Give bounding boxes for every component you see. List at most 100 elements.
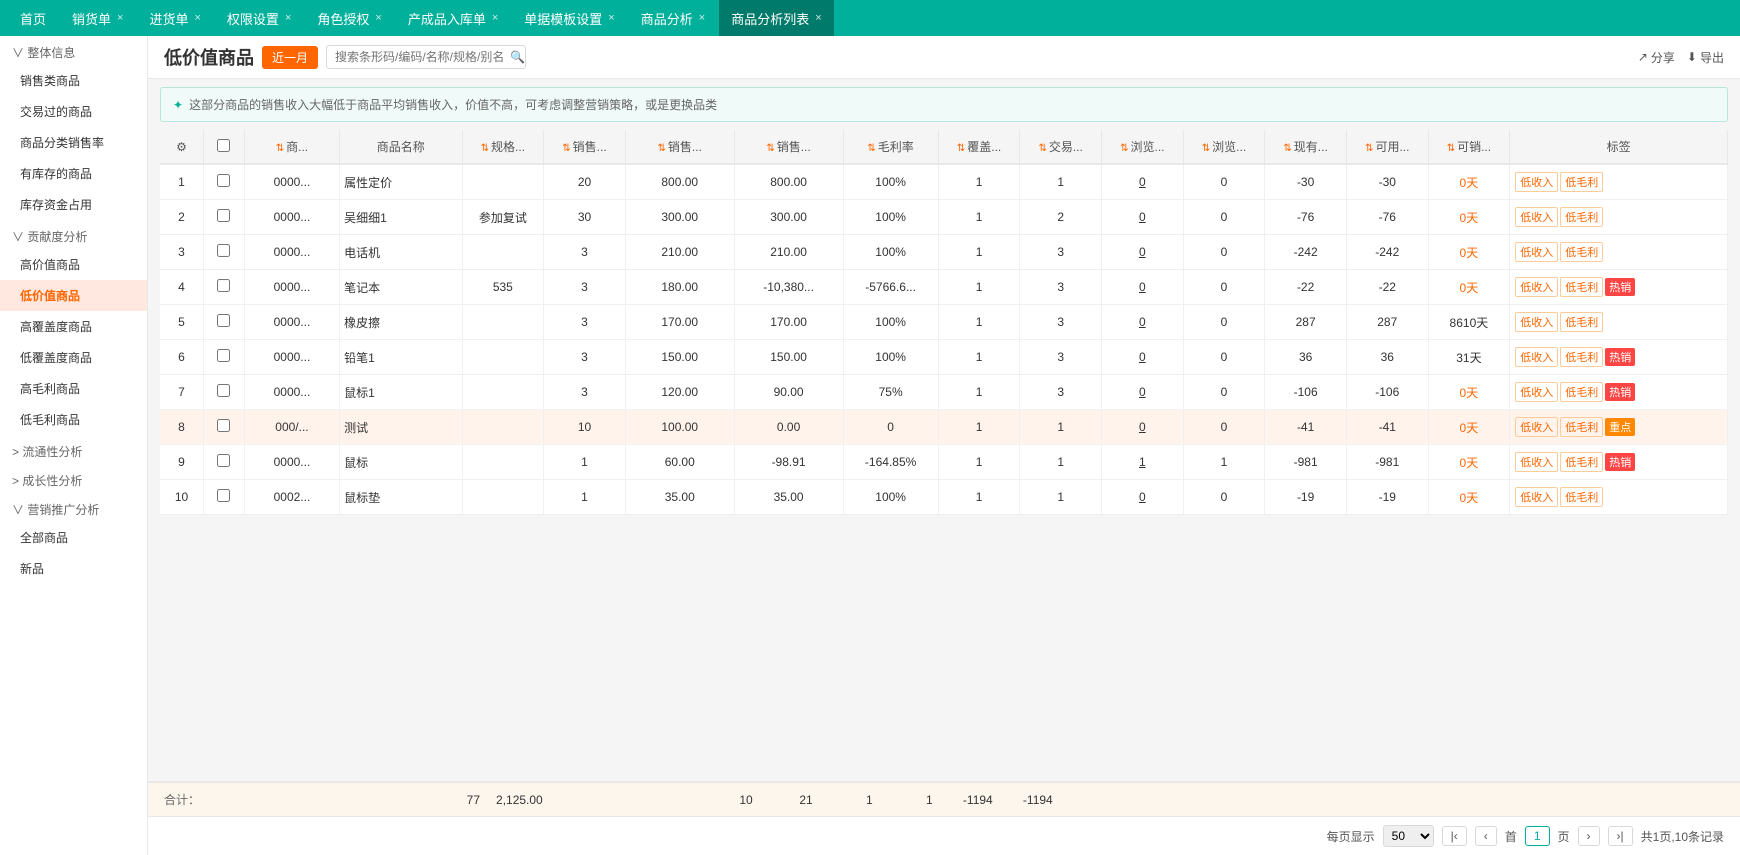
browse1-link[interactable]: 0 bbox=[1139, 490, 1146, 504]
next-page-button[interactable]: › bbox=[1578, 826, 1600, 846]
row-checkbox[interactable] bbox=[217, 174, 230, 187]
nav-purchase[interactable]: 进货单 × bbox=[137, 0, 212, 36]
cell-name[interactable]: 笔记本 bbox=[340, 270, 462, 305]
row-checkbox[interactable] bbox=[217, 419, 230, 432]
prev-page-button[interactable]: ‹ bbox=[1475, 826, 1497, 846]
cell-browse1[interactable]: 0 bbox=[1102, 270, 1184, 305]
sidebar-item-new-products[interactable]: 新品 bbox=[0, 553, 147, 584]
sidebar-item-high-coverage[interactable]: 高覆盖度商品 bbox=[0, 311, 147, 342]
cell-browse1[interactable]: 0 bbox=[1102, 200, 1184, 235]
sidebar-item-all-products[interactable]: 全部商品 bbox=[0, 522, 147, 553]
th-checkbox[interactable] bbox=[204, 130, 245, 164]
cell-checkbox[interactable] bbox=[204, 480, 245, 515]
sidebar-item-category-rate[interactable]: 商品分类销售率 bbox=[0, 127, 147, 158]
browse1-link[interactable]: 0 bbox=[1139, 315, 1146, 329]
nav-role[interactable]: 角色授权 × bbox=[305, 0, 393, 36]
cell-name[interactable]: 属性定价 bbox=[340, 164, 462, 200]
cell-name[interactable]: 鼠标1 bbox=[340, 375, 462, 410]
sidebar-item-traded[interactable]: 交易过的商品 bbox=[0, 96, 147, 127]
close-stock-icon[interactable]: × bbox=[492, 12, 498, 24]
nav-product-analysis-list[interactable]: 商品分析列表 × bbox=[719, 0, 833, 36]
row-checkbox[interactable] bbox=[217, 244, 230, 257]
close-permission-icon[interactable]: × bbox=[285, 12, 291, 24]
row-checkbox[interactable] bbox=[217, 209, 230, 222]
first-page-button[interactable]: |‹ bbox=[1442, 826, 1467, 846]
cell-browse1[interactable]: 0 bbox=[1102, 164, 1184, 200]
row-checkbox[interactable] bbox=[217, 384, 230, 397]
close-role-icon[interactable]: × bbox=[375, 12, 381, 24]
close-template-icon[interactable]: × bbox=[608, 12, 614, 24]
date-filter-button[interactable]: 近一月 bbox=[262, 46, 318, 69]
select-all-checkbox[interactable] bbox=[217, 139, 230, 152]
search-input[interactable] bbox=[326, 45, 526, 69]
settings-icon[interactable]: ⚙ bbox=[176, 140, 187, 154]
close-sales-icon[interactable]: × bbox=[117, 12, 123, 24]
sidebar-group-contribution[interactable]: ∨ 贡献度分析 bbox=[0, 220, 147, 249]
export-button[interactable]: ⬇ 导出 bbox=[1687, 49, 1724, 66]
nav-permission[interactable]: 权限设置 × bbox=[215, 0, 303, 36]
cell-browse1[interactable]: 0 bbox=[1102, 480, 1184, 515]
cell-checkbox[interactable] bbox=[204, 305, 245, 340]
sidebar-item-inventory-capital[interactable]: 库存资金占用 bbox=[0, 189, 147, 220]
share-button[interactable]: ↗ 分享 bbox=[1638, 49, 1675, 66]
sidebar-item-high-value[interactable]: 高价值商品 bbox=[0, 249, 147, 280]
cell-checkbox[interactable] bbox=[204, 375, 245, 410]
cell-browse1[interactable]: 0 bbox=[1102, 305, 1184, 340]
cell-name[interactable]: 铅笔1 bbox=[340, 340, 462, 375]
close-purchase-icon[interactable]: × bbox=[194, 12, 200, 24]
cell-checkbox[interactable] bbox=[204, 410, 245, 445]
cell-checkbox[interactable] bbox=[204, 270, 245, 305]
browse1-link[interactable]: 0 bbox=[1139, 385, 1146, 399]
cell-checkbox[interactable] bbox=[204, 164, 245, 200]
cell-browse1[interactable]: 0 bbox=[1102, 410, 1184, 445]
sidebar-item-in-stock[interactable]: 有库存的商品 bbox=[0, 158, 147, 189]
cell-name[interactable]: 鼠标 bbox=[340, 445, 462, 480]
sidebar-item-low-coverage[interactable]: 低覆盖度商品 bbox=[0, 342, 147, 373]
row-checkbox[interactable] bbox=[217, 349, 230, 362]
sidebar-item-sales-products[interactable]: 销售类商品 bbox=[0, 65, 147, 96]
cell-checkbox[interactable] bbox=[204, 235, 245, 270]
sidebar-item-low-value[interactable]: 低价值商品 bbox=[0, 280, 147, 311]
cell-browse1[interactable]: 0 bbox=[1102, 235, 1184, 270]
sidebar-group-circulation[interactable]: > 流通性分析 bbox=[0, 435, 147, 464]
sidebar-item-high-profit[interactable]: 高毛利商品 bbox=[0, 373, 147, 404]
sidebar-group-growth[interactable]: > 成长性分析 bbox=[0, 464, 147, 493]
nav-template[interactable]: 单据模板设置 × bbox=[512, 0, 626, 36]
per-page-select[interactable]: 50 100 200 bbox=[1383, 825, 1434, 847]
cell-name[interactable]: 吴细细1 bbox=[340, 200, 462, 235]
nav-product-analysis[interactable]: 商品分析 × bbox=[629, 0, 717, 36]
browse1-link[interactable]: 0 bbox=[1139, 420, 1146, 434]
row-checkbox[interactable] bbox=[217, 279, 230, 292]
nav-stock-in[interactable]: 产成品入库单 × bbox=[396, 0, 510, 36]
row-checkbox[interactable] bbox=[217, 314, 230, 327]
cell-browse1[interactable]: 0 bbox=[1102, 340, 1184, 375]
browse1-link[interactable]: 1 bbox=[1139, 455, 1146, 469]
cell-browse1[interactable]: 0 bbox=[1102, 375, 1184, 410]
cell-browse1[interactable]: 1 bbox=[1102, 445, 1184, 480]
row-checkbox[interactable] bbox=[217, 454, 230, 467]
close-analysis-icon[interactable]: × bbox=[699, 12, 705, 24]
browse1-link[interactable]: 0 bbox=[1139, 245, 1146, 259]
browse1-link[interactable]: 0 bbox=[1139, 280, 1146, 294]
sidebar-item-low-profit[interactable]: 低毛利商品 bbox=[0, 404, 147, 435]
sidebar-group-marketing[interactable]: ∨ 营销推广分析 bbox=[0, 493, 147, 522]
cell-name[interactable]: 测试 bbox=[340, 410, 462, 445]
browse1-link[interactable]: 0 bbox=[1139, 210, 1146, 224]
th-settings[interactable]: ⚙ bbox=[160, 130, 204, 164]
search-icon[interactable]: 🔍 bbox=[510, 50, 525, 64]
browse1-link[interactable]: 0 bbox=[1139, 175, 1146, 189]
cell-name[interactable]: 鼠标垫 bbox=[340, 480, 462, 515]
cell-tags: 低收入低毛利 bbox=[1510, 164, 1728, 200]
cell-checkbox[interactable] bbox=[204, 200, 245, 235]
cell-checkbox[interactable] bbox=[204, 340, 245, 375]
nav-sales[interactable]: 销货单 × bbox=[60, 0, 135, 36]
browse1-link[interactable]: 0 bbox=[1139, 350, 1146, 364]
cell-name[interactable]: 橡皮擦 bbox=[340, 305, 462, 340]
close-analysis-list-icon[interactable]: × bbox=[815, 12, 821, 24]
row-checkbox[interactable] bbox=[217, 489, 230, 502]
last-page-button[interactable]: ›| bbox=[1608, 826, 1633, 846]
cell-name[interactable]: 电话机 bbox=[340, 235, 462, 270]
sidebar-group-overall[interactable]: ∨ 整体信息 bbox=[0, 36, 147, 65]
nav-home[interactable]: 首页 bbox=[8, 0, 58, 36]
cell-checkbox[interactable] bbox=[204, 445, 245, 480]
